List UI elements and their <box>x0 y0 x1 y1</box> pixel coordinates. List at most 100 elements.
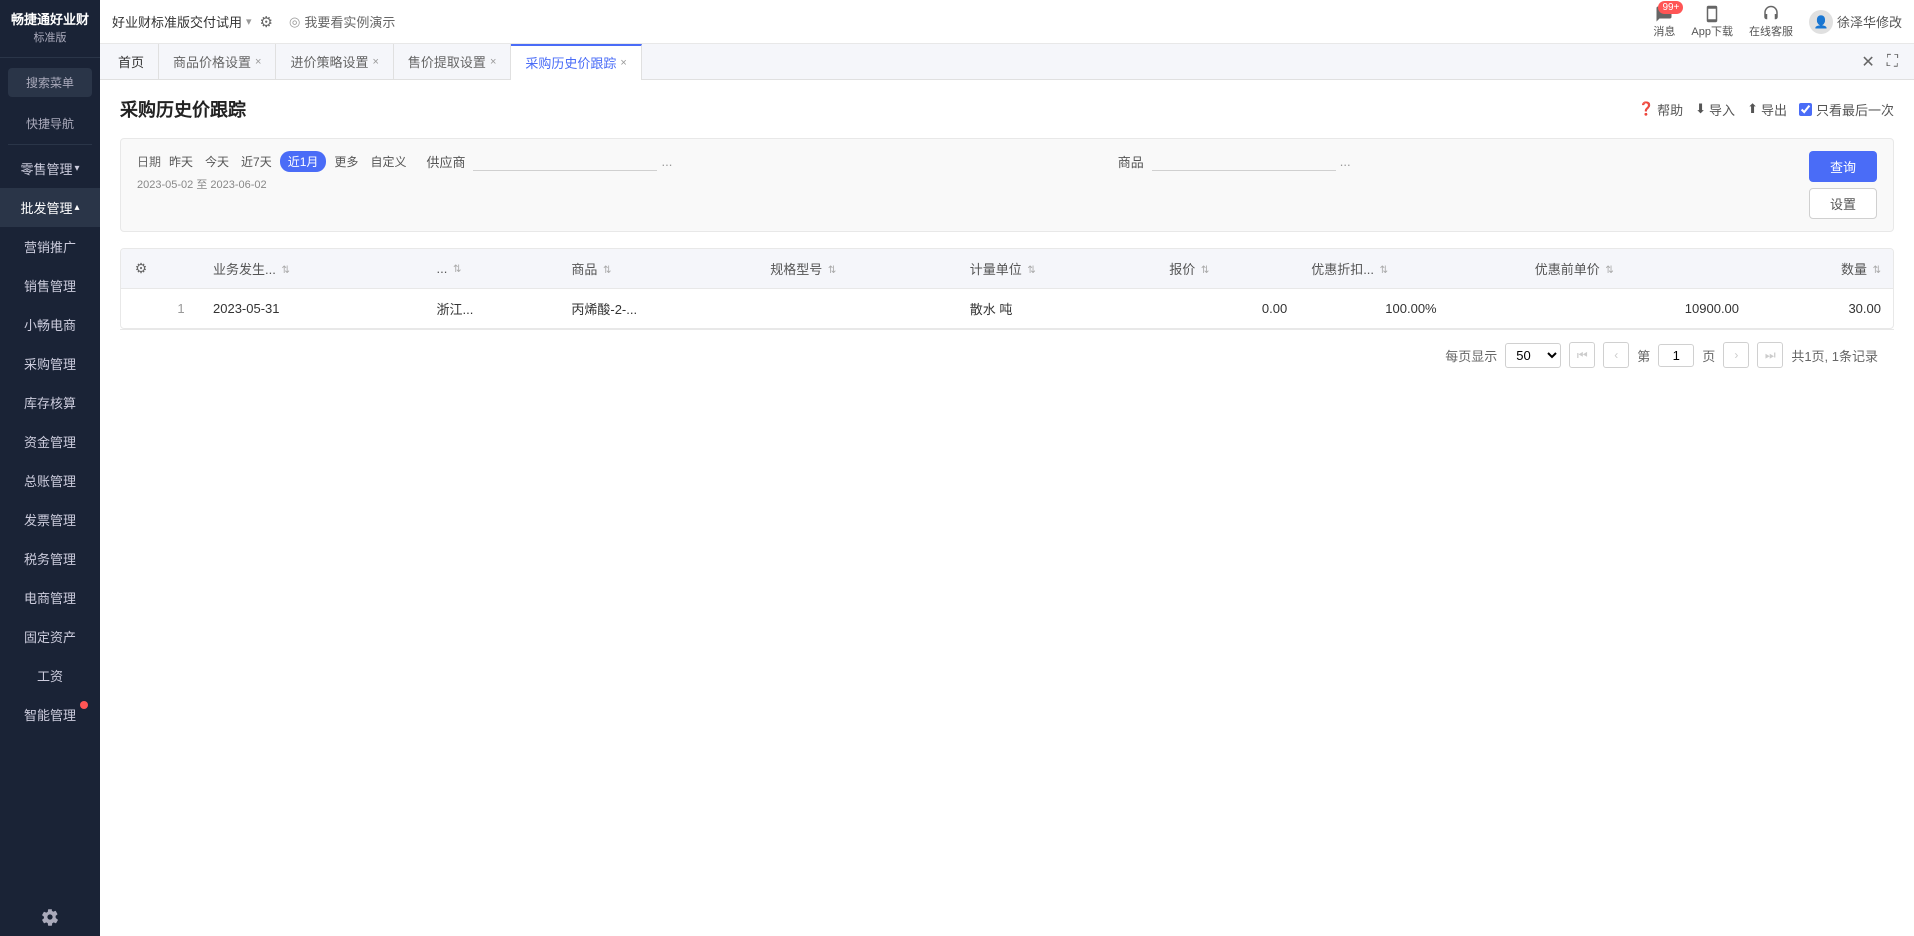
th-spec[interactable]: 规格型号 ⇅ <box>758 249 958 289</box>
th-qty[interactable]: 数量 ⇅ <box>1751 249 1893 289</box>
topbar-settings-icon[interactable]: ⚙ <box>260 13 273 31</box>
ai-badge <box>80 701 88 709</box>
online-support-button[interactable]: 在线客服 <box>1749 5 1793 39</box>
online-support-label: 在线客服 <box>1749 23 1793 39</box>
supplier-input[interactable] <box>473 151 657 171</box>
tab-sale-extract[interactable]: 售价提取设置 × <box>394 44 511 80</box>
goods-filter-label: 商品 <box>1118 152 1144 171</box>
sidebar-item-label-payroll: 工资 <box>37 666 63 685</box>
sidebar-item-sales[interactable]: 销售管理 <box>0 266 100 305</box>
sort-icon-unit: ⇅ <box>1027 265 1035 276</box>
user-menu[interactable]: 👤 徐泽华修改 <box>1809 10 1902 34</box>
th-extra[interactable]: ... ⇅ <box>425 249 560 289</box>
date-btn-yesterday[interactable]: 昨天 <box>165 151 197 172</box>
topbar: 好业财标准版交付试用 ▾ ⚙ ◎ 我要看实例演示 99+ 消息 App下载 在线… <box>100 0 1914 44</box>
tab-purchase-history[interactable]: 采购历史价跟踪 × <box>511 44 641 80</box>
table-row: 1 2023-05-31 浙江... 丙烯酸-2-... 散水 吨 0.00 1… <box>121 289 1893 329</box>
demo-button[interactable]: ◎ 我要看实例演示 <box>289 12 395 31</box>
th-orig-price[interactable]: 优惠前单价 ⇅ <box>1523 249 1751 289</box>
row-discount-cell: 100.00% <box>1299 289 1523 329</box>
sidebar-item-ecommerce-small[interactable]: 小畅电商 <box>0 305 100 344</box>
sidebar-item-wholesale[interactable]: 批发管理 ▴ <box>0 188 100 227</box>
sort-icon-extra: ⇅ <box>453 264 461 275</box>
row-num-cell: 1 <box>161 289 201 329</box>
table-header-row: ⚙ 业务发生... ⇅ ... ⇅ <box>121 249 1893 289</box>
filter-date-group: 日期 昨天 今天 近7天 近1月 更多 自定义 2023-05-02 至 202… <box>137 151 410 192</box>
sidebar-item-ledger[interactable]: 总账管理 <box>0 461 100 500</box>
quicknav-button[interactable]: 快捷导航 <box>0 107 100 140</box>
search-menu-button[interactable]: 搜索菜单 <box>8 68 92 97</box>
tab-home[interactable]: 首页 <box>104 44 159 80</box>
date-btn-1month[interactable]: 近1月 <box>280 151 327 172</box>
sidebar-item-payroll[interactable]: 工资 <box>0 656 100 695</box>
th-price[interactable]: 报价 ⇅ <box>1157 249 1299 289</box>
sidebar: 畅捷通好业财 标准版 搜索菜单 快捷导航 零售管理 ▾ 批发管理 ▴ 营销推广 … <box>0 0 100 936</box>
only-last-checkbox[interactable] <box>1799 103 1812 116</box>
version-selector[interactable]: 好业财标准版交付试用 ▾ <box>112 12 252 31</box>
pagination: 每页显示 50 20 100 ⏮ ‹ 第 页 › ⏭ 共1页, 1条记录 <box>120 329 1894 380</box>
tab-sale-extract-label: 售价提取设置 <box>408 52 486 71</box>
filter-supplier-group: 供应商 ... <box>426 151 1101 171</box>
tab-purchase-strategy[interactable]: 进价策略设置 × <box>276 44 393 80</box>
close-tab-price[interactable]: × <box>255 56 261 68</box>
fullscreen-action[interactable]: ⛶ <box>1883 49 1902 75</box>
date-range-display: 2023-05-02 至 2023-06-02 <box>137 176 267 192</box>
close-tab-sale-extract[interactable]: × <box>490 56 496 68</box>
export-link[interactable]: ⬆ 导出 <box>1747 100 1787 119</box>
export-icon: ⬆ <box>1747 101 1758 117</box>
close-tab-action[interactable]: ✕ <box>1857 48 1878 76</box>
date-btn-custom[interactable]: 自定义 <box>366 151 410 172</box>
supplier-more-btn[interactable]: ... <box>661 154 672 169</box>
import-link[interactable]: ⬇ 导入 <box>1695 100 1735 119</box>
th-unit[interactable]: 计量单位 ⇅ <box>958 249 1158 289</box>
next-page-button[interactable]: › <box>1723 342 1749 368</box>
first-page-button[interactable]: ⏮ <box>1569 342 1595 368</box>
sidebar-item-ai[interactable]: 智能管理 <box>0 695 100 734</box>
last-page-button[interactable]: ⏭ <box>1757 342 1783 368</box>
date-filter-label: 日期 <box>137 153 161 170</box>
row-orig-price-cell: 10900.00 <box>1523 289 1751 329</box>
sidebar-item-label-marketing: 营销推广 <box>24 237 76 256</box>
table-settings-gear-icon[interactable]: ⚙ <box>135 260 148 276</box>
sidebar-item-marketing[interactable]: 营销推广 <box>0 227 100 266</box>
th-discount[interactable]: 优惠折扣... ⇅ <box>1299 249 1523 289</box>
query-button[interactable]: 查询 <box>1809 151 1877 182</box>
th-date[interactable]: 业务发生... ⇅ <box>201 249 425 289</box>
date-btn-today[interactable]: 今天 <box>201 151 233 172</box>
per-page-select[interactable]: 50 20 100 <box>1505 343 1561 368</box>
sidebar-item-purchase[interactable]: 采购管理 <box>0 344 100 383</box>
messages-button[interactable]: 99+ 消息 <box>1653 5 1675 39</box>
page-input[interactable] <box>1658 344 1694 367</box>
app-download-button[interactable]: App下载 <box>1691 5 1733 39</box>
row-spec-cell <box>758 289 958 329</box>
sidebar-item-label-tax: 税务管理 <box>24 549 76 568</box>
import-icon: ⬇ <box>1695 101 1706 117</box>
tab-price[interactable]: 商品价格设置 × <box>159 44 276 80</box>
sidebar-item-inventory[interactable]: 库存核算 <box>0 383 100 422</box>
sidebar-item-finance[interactable]: 资金管理 <box>0 422 100 461</box>
total-info: 共1页, 1条记录 <box>1791 346 1878 365</box>
th-goods[interactable]: 商品 ⇅ <box>559 249 758 289</box>
sidebar-item-invoice[interactable]: 发票管理 <box>0 500 100 539</box>
sidebar-item-assets[interactable]: 固定资产 <box>0 617 100 656</box>
sidebar-item-label-retail: 零售管理 <box>20 159 72 178</box>
only-last-checkbox-label[interactable]: 只看最后一次 <box>1799 100 1894 119</box>
messages-badge: 99+ <box>1658 1 1683 14</box>
close-tab-purchase-history[interactable]: × <box>620 57 626 69</box>
sidebar-item-retail[interactable]: 零售管理 ▾ <box>0 149 100 188</box>
prev-page-button[interactable]: ‹ <box>1603 342 1629 368</box>
close-tab-purchase-strategy[interactable]: × <box>372 56 378 68</box>
sidebar-item-tax[interactable]: 税务管理 <box>0 539 100 578</box>
sidebar-item-ecommerce[interactable]: 电商管理 <box>0 578 100 617</box>
settings-button[interactable]: 设置 <box>1809 188 1877 219</box>
avatar: 👤 <box>1809 10 1833 34</box>
goods-more-btn[interactable]: ... <box>1340 154 1351 169</box>
goods-input[interactable] <box>1152 151 1336 171</box>
chevron-down-icon: ▾ <box>74 163 79 174</box>
date-btn-more[interactable]: 更多 <box>330 151 362 172</box>
date-btn-7days[interactable]: 近7天 <box>237 151 276 172</box>
logo-sub: 标准版 <box>34 29 67 45</box>
row-date-cell: 2023-05-31 <box>201 289 425 329</box>
sidebar-gear-button[interactable] <box>0 898 100 936</box>
help-link[interactable]: ❓ 帮助 <box>1638 100 1683 119</box>
